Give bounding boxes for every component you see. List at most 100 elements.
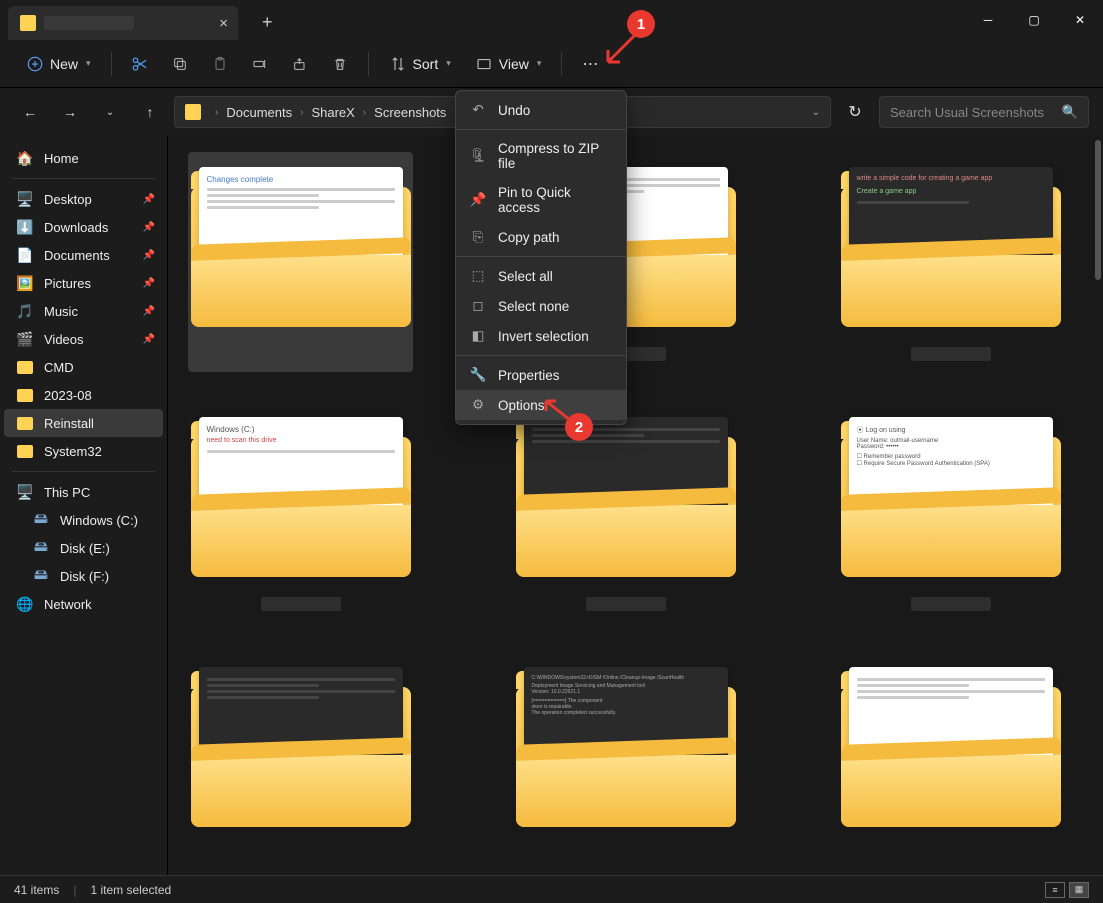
share-button[interactable]: [284, 48, 316, 80]
chevron-down-icon: ▾: [86, 58, 91, 69]
clipboard-icon: [212, 56, 228, 72]
recent-button[interactable]: ⌄: [94, 96, 126, 128]
callout-2: 2: [565, 413, 593, 441]
folder-item[interactable]: [513, 402, 738, 622]
menu-item-copy-path[interactable]: ⎘Copy path: [456, 222, 626, 252]
menu-item-label: Select none: [498, 299, 569, 314]
selectnone-icon: ◻: [470, 298, 486, 314]
active-tab[interactable]: ×: [8, 6, 238, 40]
sidebar-network[interactable]: 🌐 Network: [4, 590, 163, 618]
menu-item-select-all[interactable]: ⬚Select all: [456, 261, 626, 291]
view-button[interactable]: View ▾: [467, 49, 550, 79]
sidebar-item-system32[interactable]: System32: [4, 437, 163, 465]
folder-grid: Changes complete write a simple code for…: [188, 152, 1083, 872]
sidebar-item-label: Reinstall: [44, 416, 94, 431]
paste-button[interactable]: [204, 48, 236, 80]
callout-1: 1: [627, 10, 655, 38]
folder-icon: [16, 386, 34, 404]
sidebar-item-label: Videos: [44, 332, 84, 347]
folder-icon: [185, 104, 201, 120]
zip-icon: 🗜: [470, 148, 486, 164]
sidebar-item-label: CMD: [44, 360, 74, 375]
pictures-icon: 🖼️: [16, 274, 34, 292]
breadcrumb-item[interactable]: Screenshots: [374, 105, 446, 120]
folder-item[interactable]: ⦿ Log on usingUser Name: outmail-usernam…: [838, 402, 1063, 622]
chevron-down-icon[interactable]: ⌄: [812, 107, 820, 118]
sidebar-drive[interactable]: 🖴Windows (C:): [4, 506, 163, 534]
sidebar-item-desktop[interactable]: 🖥️Desktop📌: [4, 185, 163, 213]
sidebar-item-label: Disk (F:): [60, 569, 109, 584]
refresh-button[interactable]: ↻: [839, 96, 871, 128]
sidebar-item-music[interactable]: 🎵Music📌: [4, 297, 163, 325]
sidebar-item-label: Documents: [44, 248, 110, 263]
back-button[interactable]: ←: [14, 96, 46, 128]
content-pane[interactable]: Changes complete write a simple code for…: [168, 136, 1103, 875]
new-label: New: [50, 56, 78, 72]
thumbnails-view-button[interactable]: ▦: [1069, 882, 1089, 898]
details-view-button[interactable]: ≡: [1045, 882, 1065, 898]
folder-item[interactable]: [188, 652, 413, 872]
cut-button[interactable]: [124, 48, 156, 80]
breadcrumb-item[interactable]: ShareX: [311, 105, 354, 120]
folder-icon: [16, 442, 34, 460]
breadcrumb-item[interactable]: Documents: [226, 105, 292, 120]
sidebar-drive[interactable]: 🖴Disk (E:): [4, 534, 163, 562]
network-icon: 🌐: [16, 595, 34, 613]
minimize-button[interactable]: ─: [965, 0, 1011, 40]
new-tab-button[interactable]: +: [262, 12, 273, 33]
separator: [561, 52, 562, 76]
sidebar-item-label: Desktop: [44, 192, 92, 207]
menu-item-properties[interactable]: 🔧Properties: [456, 360, 626, 390]
menu-item-label: Options: [498, 398, 545, 413]
pin-icon: 📌: [143, 222, 155, 233]
folder-item[interactable]: Changes complete: [188, 152, 413, 372]
search-input[interactable]: Search Usual Screenshots 🔍: [879, 96, 1089, 128]
sidebar-item-reinstall[interactable]: Reinstall: [4, 409, 163, 437]
maximize-button[interactable]: ▢: [1011, 0, 1057, 40]
delete-button[interactable]: [324, 48, 356, 80]
forward-button[interactable]: →: [54, 96, 86, 128]
sidebar-drive[interactable]: 🖴Disk (F:): [4, 562, 163, 590]
chevron-down-icon: ▾: [446, 58, 451, 69]
menu-item-select-none[interactable]: ◻ Select none: [456, 291, 626, 321]
chevron-right-icon: ›: [363, 107, 366, 118]
sort-label: Sort: [413, 56, 439, 72]
up-button[interactable]: ↑: [134, 96, 166, 128]
pc-icon: 🖥️: [16, 483, 34, 501]
close-button[interactable]: ✕: [1057, 0, 1103, 40]
chevron-down-icon: ▾: [537, 58, 542, 69]
sidebar-item-pictures[interactable]: 🖼️Pictures📌: [4, 269, 163, 297]
sidebar-item-cmd[interactable]: CMD: [4, 353, 163, 381]
close-tab-icon[interactable]: ×: [219, 15, 228, 32]
drive-icon: 🖴: [32, 539, 50, 557]
menu-item-pin-to-quick-access[interactable]: 📌Pin to Quick access: [456, 178, 626, 222]
rename-button[interactable]: [244, 48, 276, 80]
menu-item-label: Properties: [498, 368, 560, 383]
sidebar: 🏠 Home 🖥️Desktop📌⬇️Downloads📌📄Documents📌…: [0, 136, 168, 875]
folder-item[interactable]: write a simple code for creating a game …: [838, 152, 1063, 372]
separator: [456, 129, 626, 130]
folder-icon: [16, 414, 34, 432]
pin-icon: 📌: [143, 194, 155, 205]
menu-item-compress-to-zip-file[interactable]: 🗜 Compress to ZIP file: [456, 134, 626, 178]
status-bar: 41 items | 1 item selected ≡ ▦: [0, 875, 1103, 903]
sort-button[interactable]: Sort ▾: [381, 49, 459, 79]
menu-item-label: Compress to ZIP file: [498, 141, 612, 171]
new-button[interactable]: New ▾: [18, 49, 99, 79]
sidebar-home[interactable]: 🏠 Home: [4, 144, 163, 172]
scrollbar[interactable]: [1095, 140, 1101, 280]
sidebar-item-documents[interactable]: 📄Documents📌: [4, 241, 163, 269]
folder-item[interactable]: [838, 652, 1063, 872]
sidebar-item-videos[interactable]: 🎬Videos📌: [4, 325, 163, 353]
folder-item[interactable]: Windows (C:)need to scan this drive: [188, 402, 413, 622]
menu-item-invert-selection[interactable]: ◧Invert selection: [456, 321, 626, 351]
sidebar-item-downloads[interactable]: ⬇️Downloads📌: [4, 213, 163, 241]
undo-icon: ↶: [470, 102, 486, 118]
pin-icon: 📌: [143, 306, 155, 317]
folder-item[interactable]: C:\WINDOWS\system32>DISM /Online /Cleanu…: [513, 652, 738, 872]
sidebar-thispc[interactable]: 🖥️ This PC: [4, 478, 163, 506]
sidebar-item-2023-08[interactable]: 2023-08: [4, 381, 163, 409]
copy-button[interactable]: [164, 48, 196, 80]
menu-item-undo[interactable]: ↶Undo: [456, 95, 626, 125]
pin-icon: 📌: [143, 334, 155, 345]
